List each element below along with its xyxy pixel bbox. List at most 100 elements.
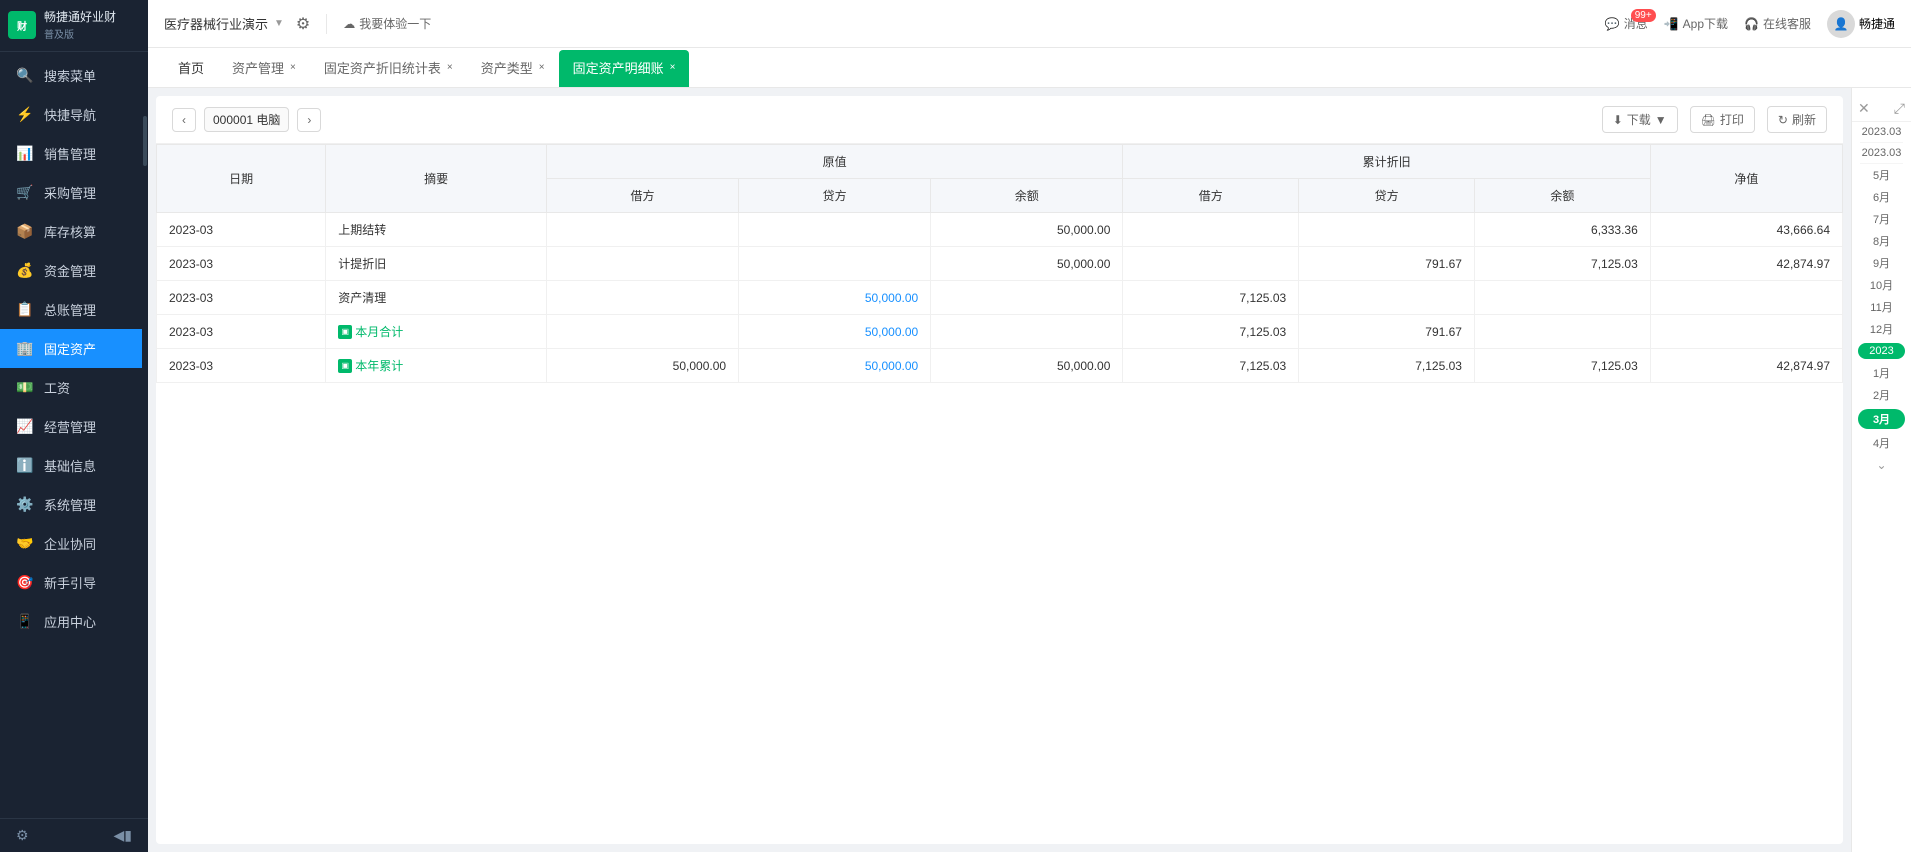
detail-table: 日期 摘要 原值 累计折旧 净值 借方 贷方 余额 借方 贷方 余额 xyxy=(156,144,1843,383)
sidebar-item-inventory[interactable]: 📦 库存核算 xyxy=(0,212,142,251)
tab-close-icon[interactable]: × xyxy=(539,62,545,73)
cell-net-value: 43,666.64 xyxy=(1650,213,1842,247)
sidebar-scrollbar[interactable] xyxy=(143,116,147,166)
company-settings-icon[interactable]: ⚙ xyxy=(296,14,310,34)
app-download-button[interactable]: 📲 App下载 xyxy=(1664,15,1728,32)
panel-close-icon[interactable]: ✕ xyxy=(1858,100,1870,117)
sidebar-item-search[interactable]: 🔍 搜索菜单 xyxy=(0,56,142,95)
sidebar-item-basic-info[interactable]: ℹ️ 基础信息 xyxy=(0,446,142,485)
cell-summary: 上期结转 xyxy=(326,213,547,247)
month-item[interactable]: 9月 xyxy=(1852,252,1911,274)
message-button[interactable]: 💬 消息 99+ xyxy=(1605,15,1648,32)
tab-asset-type[interactable]: 资产类型 × xyxy=(467,50,559,87)
month-item[interactable]: 10月 xyxy=(1852,274,1911,296)
dropdown-icon: ▼ xyxy=(1655,113,1667,127)
customer-service-button[interactable]: 🎧 在线客服 xyxy=(1744,15,1811,32)
tab-label: 资产管理 xyxy=(232,58,284,77)
tab-asset-mgmt[interactable]: 资产管理 × xyxy=(218,50,310,87)
sidebar-item-guide[interactable]: 🎯 新手引导 xyxy=(0,563,142,602)
month-item[interactable]: 6月 xyxy=(1852,186,1911,208)
collapse-icon[interactable]: ◀▮ xyxy=(114,827,132,844)
info-icon: ℹ️ xyxy=(16,457,34,474)
table-row: 2023-03 ▣本月合计 50,000.00 7,125.03 791.67 xyxy=(157,315,1843,349)
cell-date: 2023-03 xyxy=(157,349,326,383)
cell-ad-credit: 7,125.03 xyxy=(1299,349,1475,383)
sidebar-item-label: 销售管理 xyxy=(44,144,96,163)
scroll-down-icon[interactable]: ⌄ xyxy=(1852,454,1911,476)
cell-date: 2023-03 xyxy=(157,315,326,349)
cell-summary: 资产清理 xyxy=(326,281,547,315)
asset-navigation: ‹ 000001 电脑 › xyxy=(172,107,321,132)
month-list: 5月6月7月8月9月10月11月12月 2023 1月2月 3月 4月⌄ xyxy=(1852,164,1911,844)
cell-net-value: 42,874.97 xyxy=(1650,349,1842,383)
sidebar-item-label: 快捷导航 xyxy=(44,105,96,124)
cell-net-value xyxy=(1650,281,1842,315)
month-item[interactable]: 5月 xyxy=(1852,164,1911,186)
sidebar-item-sales[interactable]: 📊 销售管理 xyxy=(0,134,142,173)
salary-icon: 💵 xyxy=(16,379,34,396)
current-month-item[interactable]: 3月 xyxy=(1858,409,1905,429)
app-icon: 📱 xyxy=(16,613,34,630)
table-row: 2023-03 计提折旧 50,000.00 791.67 7,125.03 4… xyxy=(157,247,1843,281)
tab-close-icon[interactable]: × xyxy=(290,62,296,73)
user-name: 畅捷通 xyxy=(1859,15,1895,32)
cell-ad-debit: 7,125.03 xyxy=(1123,315,1299,349)
sidebar-item-operation[interactable]: 📈 经营管理 xyxy=(0,407,142,446)
company-selector[interactable]: 医疗器械行业演示 ▼ xyxy=(164,14,284,33)
cell-ov-credit: 50,000.00 xyxy=(739,315,931,349)
month-item[interactable]: 4月 xyxy=(1852,432,1911,454)
settings-icon[interactable]: ⚙ xyxy=(16,827,29,844)
month-item[interactable]: 12月 xyxy=(1852,318,1911,340)
sidebar-item-system[interactable]: ⚙️ 系统管理 xyxy=(0,485,142,524)
cell-ad-balance: 7,125.03 xyxy=(1474,247,1650,281)
month-item[interactable]: 11月 xyxy=(1852,296,1911,318)
tab-home[interactable]: 首页 xyxy=(164,50,218,87)
tab-depreciation[interactable]: 固定资产折旧统计表 × xyxy=(310,50,467,87)
main-container: 医疗器械行业演示 ▼ ⚙ ☁ 我要体验一下 💬 消息 99+ 📲 App下载 🎧… xyxy=(148,0,1911,852)
dropdown-arrow-icon: ▼ xyxy=(274,18,284,29)
cell-date: 2023-03 xyxy=(157,247,326,281)
sidebar-item-label: 库存核算 xyxy=(44,222,96,241)
cell-summary[interactable]: ▣本年累计 xyxy=(326,349,547,383)
cell-ad-debit xyxy=(1123,247,1299,281)
prev-asset-button[interactable]: ‹ xyxy=(172,108,196,132)
ledger-icon: 📋 xyxy=(16,301,34,318)
purchase-icon: 🛒 xyxy=(16,184,34,201)
print-button[interactable]: 🖨 打印 xyxy=(1690,106,1755,133)
cell-ov-credit xyxy=(739,247,931,281)
cell-ad-debit: 7,125.03 xyxy=(1123,349,1299,383)
sidebar-item-label: 新手引导 xyxy=(44,573,96,592)
sidebar-item-quick-nav[interactable]: ⚡ 快捷导航 xyxy=(0,95,142,134)
next-asset-button[interactable]: › xyxy=(297,108,321,132)
user-menu[interactable]: 👤 畅捷通 xyxy=(1827,10,1895,38)
experience-button[interactable]: ☁ 我要体验一下 xyxy=(343,15,431,32)
refresh-button[interactable]: ↻ 刷新 xyxy=(1767,106,1827,133)
sidebar-item-finance[interactable]: 💰 资金管理 xyxy=(0,251,142,290)
tab-close-icon[interactable]: × xyxy=(447,62,453,73)
sidebar-item-purchase[interactable]: 🛒 采购管理 xyxy=(0,173,142,212)
panel-toolbar: ‹ 000001 电脑 › ⬇ 下载 ▼ 🖨 打印 ↻ xyxy=(156,96,1843,144)
tab-label: 资产类型 xyxy=(481,58,533,77)
tab-home-label: 首页 xyxy=(178,58,204,77)
cell-ov-credit: 50,000.00 xyxy=(739,349,931,383)
sidebar-item-enterprise[interactable]: 🤝 企业协同 xyxy=(0,524,142,563)
sidebar-nav: 🔍 搜索菜单 ⚡ 快捷导航 📊 销售管理 🛒 采购管理 📦 库存核算 💰 xyxy=(0,52,142,818)
cell-net-value: 42,874.97 xyxy=(1650,247,1842,281)
month-item[interactable]: 2月 xyxy=(1852,384,1911,406)
toolbar-right: ⬇ 下载 ▼ 🖨 打印 ↻ 刷新 xyxy=(1602,106,1827,133)
sidebar-item-label: 应用中心 xyxy=(44,612,96,631)
customer-service-label: 在线客服 xyxy=(1763,15,1811,32)
sidebar-item-salary[interactable]: 💵 工资 xyxy=(0,368,142,407)
sidebar-item-ledger[interactable]: 📋 总账管理 xyxy=(0,290,142,329)
download-button[interactable]: ⬇ 下载 ▼ xyxy=(1602,106,1678,133)
tab-fixed-asset-detail[interactable]: 固定资产明细账 × xyxy=(559,50,690,87)
cell-summary[interactable]: ▣本月合计 xyxy=(326,315,547,349)
sidebar-item-app-center[interactable]: 📱 应用中心 xyxy=(0,602,142,641)
tab-close-icon[interactable]: × xyxy=(670,62,676,73)
month-item[interactable]: 7月 xyxy=(1852,208,1911,230)
month-item[interactable]: 8月 xyxy=(1852,230,1911,252)
sidebar-item-fixed-assets[interactable]: 🏢 固定资产 xyxy=(0,329,142,368)
panel-expand-icon[interactable]: ⤢ xyxy=(1894,100,1905,117)
month-item[interactable]: 1月 xyxy=(1852,362,1911,384)
year-header[interactable]: 2023 xyxy=(1858,343,1905,359)
